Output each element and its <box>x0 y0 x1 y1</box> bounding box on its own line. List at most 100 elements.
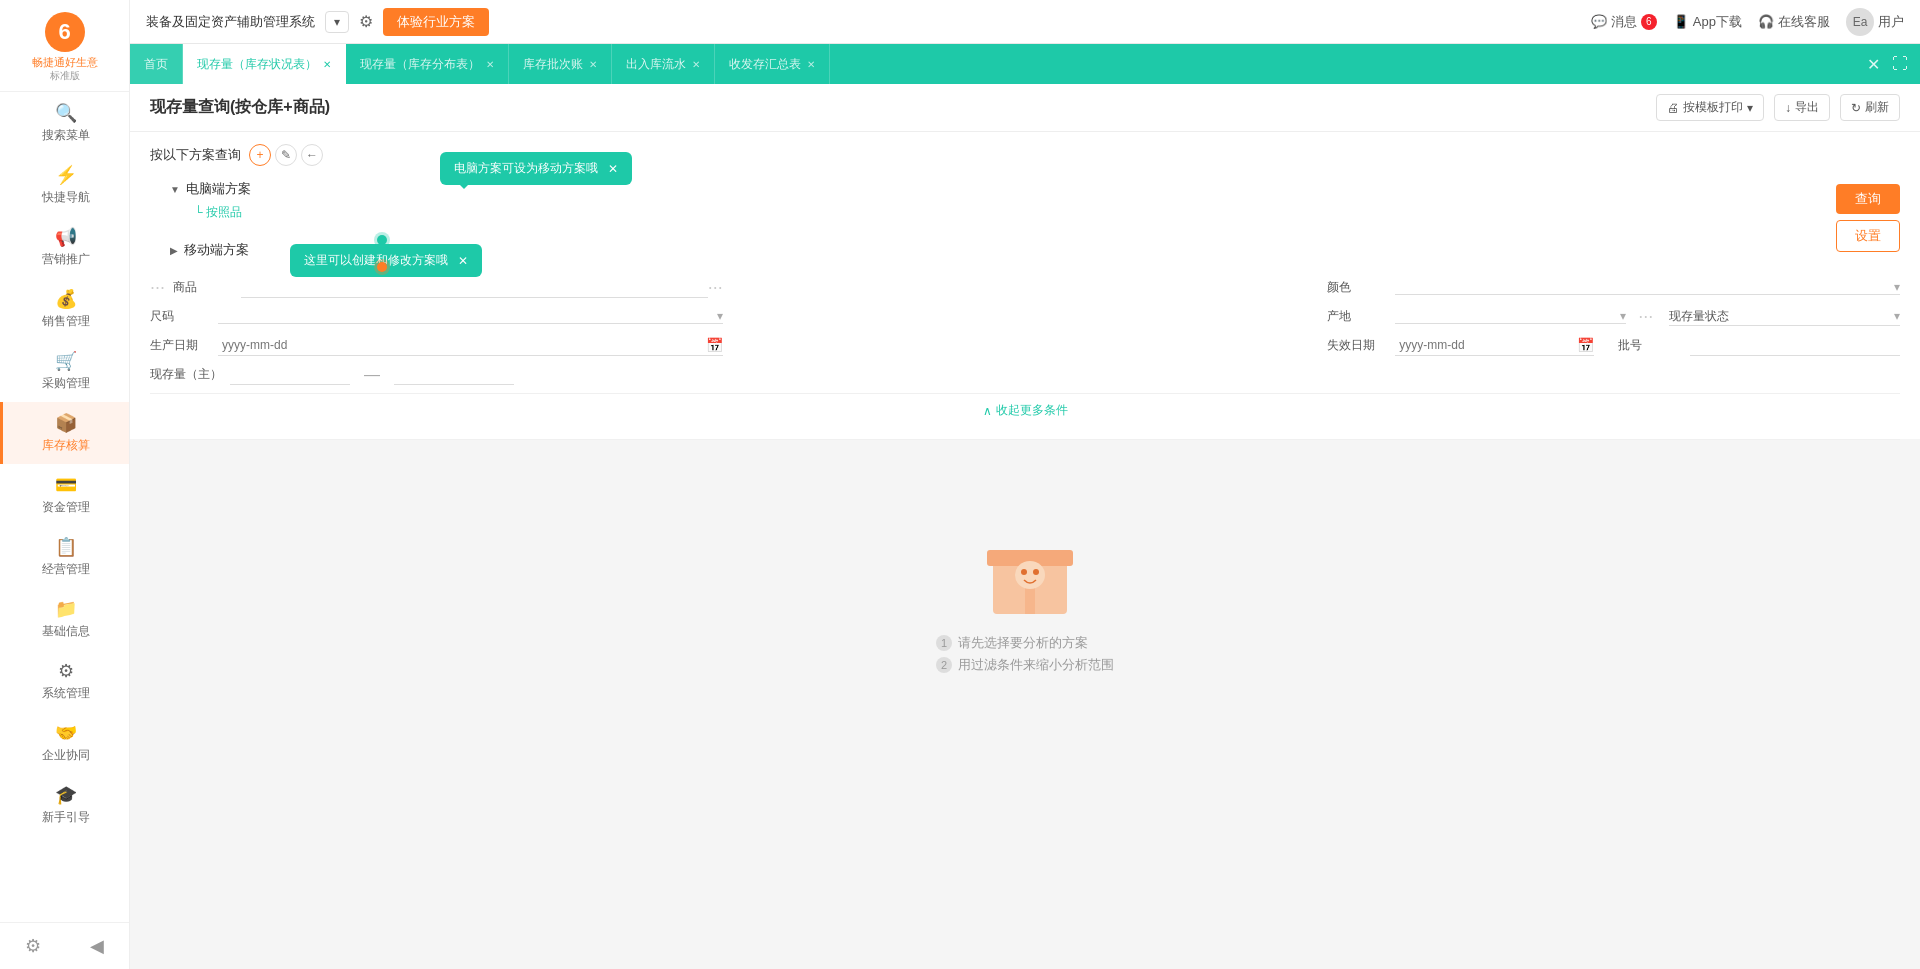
topbar-user-area[interactable]: Ea 用户 <box>1846 8 1904 36</box>
sidebar-nav: 🔍 搜索菜单 ⚡ 快捷导航 📢 营销推广 💰 销售管理 🛒 采购管理 📦 库存核… <box>0 92 129 922</box>
scheme-pc-section: ▼ 电脑端方案 └ 按照品 <box>170 176 251 223</box>
filter-mfg-date-row: 生产日期 📅 <box>150 335 723 356</box>
print-button[interactable]: 🖨 按模板打印 ▾ <box>1656 94 1764 121</box>
filter-origin-row: 产地 ▾ ··· 现存量状态 ▾ <box>1327 306 1900 327</box>
export-icon: ↓ <box>1785 101 1791 115</box>
topbar-system-title: 装备及固定资产辅助管理系统 <box>146 13 315 31</box>
empty-state: 1 请先选择要分析的方案 2 用过滤条件来缩小分析范围 <box>130 440 1920 758</box>
filter-color-select-wrap: ▾ <box>1395 280 1900 295</box>
filter-color-dropdown-icon[interactable]: ▾ <box>1894 280 1900 294</box>
sidebar-item-label: 搜索菜单 <box>42 127 90 144</box>
sidebar-item-label: 营销推广 <box>42 251 90 268</box>
message-badge: 6 <box>1641 14 1657 30</box>
tabbar: 首页 现存量（库存状况表） ✕ 现存量（库存分布表） ✕ 库存批次账 ✕ 出入库… <box>130 44 1920 84</box>
print-dropdown-icon: ▾ <box>1747 101 1753 115</box>
filter-edit-btn[interactable]: ✎ <box>275 144 297 166</box>
filter-exp-date-input[interactable] <box>1395 335 1576 355</box>
filter-batch-input[interactable] <box>1690 335 1900 356</box>
topbar-online-support-btn[interactable]: 🎧 在线客服 <box>1758 13 1830 31</box>
empty-icon-illustration <box>975 520 1075 610</box>
refresh-button[interactable]: ↻ 刷新 <box>1840 94 1900 121</box>
chevron-up-icon: ∧ <box>983 404 992 418</box>
sidebar-item-finance[interactable]: 💳 资金管理 <box>0 464 129 526</box>
reset-button[interactable]: 设置 <box>1836 220 1900 252</box>
filter-origin-dropdown-icon[interactable]: ▾ <box>1620 309 1626 323</box>
tab-inventory-status[interactable]: 现存量（库存状况表） ✕ <box>183 44 346 84</box>
tab-batch-ledger[interactable]: 库存批次账 ✕ <box>509 44 612 84</box>
sidebar-item-basic[interactable]: 📁 基础信息 <box>0 588 129 650</box>
sidebar-settings-btn[interactable]: ⚙ <box>21 931 45 961</box>
topbar-app-download-btn[interactable]: 📱 App下载 <box>1673 13 1742 31</box>
tab-inventory-dist-close[interactable]: ✕ <box>486 59 494 70</box>
topbar-gear-icon[interactable]: ⚙ <box>359 12 373 31</box>
tooltip1-close[interactable]: ✕ <box>608 162 618 176</box>
sidebar-item-inventory[interactable]: 📦 库存核算 <box>0 402 129 464</box>
filter-top-row: 按以下方案查询 + ✎ ← 电脑方案可设为移动方案哦 ✕ <box>150 144 1900 166</box>
scheme-tooltip-pc: 电脑方案可设为移动方案哦 ✕ <box>440 152 632 185</box>
sidebar-item-sales[interactable]: 💰 销售管理 <box>0 278 129 340</box>
sidebar: 6 畅捷通好生意 标准版 🔍 搜索菜单 ⚡ 快捷导航 📢 营销推广 💰 销售管理… <box>0 0 130 969</box>
app-logo-icon: 6 <box>45 12 85 52</box>
sidebar-item-label: 系统管理 <box>42 685 90 702</box>
page-content: 现存量查询(按仓库+商品) 🖨 按模板打印 ▾ ↓ 导出 ↻ 刷新 <box>130 84 1920 969</box>
collapse-bar[interactable]: ∧ 收起更多条件 <box>150 393 1900 427</box>
online-support-label: 在线客服 <box>1778 13 1830 31</box>
sidebar-item-search[interactable]: 🔍 搜索菜单 <box>0 92 129 154</box>
mfg-date-calendar-icon[interactable]: 📅 <box>706 337 723 353</box>
filter-mfg-date-input[interactable] <box>218 335 706 355</box>
tab-in-out-flow-close[interactable]: ✕ <box>692 59 700 70</box>
sidebar-item-purchase[interactable]: 🛒 采购管理 <box>0 340 129 402</box>
filter-arrow-btn[interactable]: ← <box>301 144 323 166</box>
sidebar-item-operations[interactable]: 📋 经营管理 <box>0 526 129 588</box>
sidebar-item-collab[interactable]: 🤝 企业协同 <box>0 712 129 774</box>
filter-add-btn[interactable]: + <box>249 144 271 166</box>
operations-icon: 📋 <box>55 536 77 558</box>
sidebar-item-marketing[interactable]: 📢 营销推广 <box>0 216 129 278</box>
search-button[interactable]: 查询 <box>1836 184 1900 214</box>
filter-stock-status-wrap: 现存量状态 ▾ <box>1669 308 1900 326</box>
export-button[interactable]: ↓ 导出 <box>1774 94 1830 121</box>
tab-inventory-status-close[interactable]: ✕ <box>323 59 331 70</box>
tabbar-expand-btn[interactable]: ⛶ <box>1888 51 1912 77</box>
exp-date-calendar-icon[interactable]: 📅 <box>1577 337 1594 353</box>
tab-in-out-flow[interactable]: 出入库流水 ✕ <box>612 44 715 84</box>
filter-size-dropdown-icon[interactable]: ▾ <box>717 309 723 323</box>
tooltip2-close[interactable]: ✕ <box>458 254 468 268</box>
filter-origin-select-wrap: ▾ <box>1395 309 1626 324</box>
support-icon: 🎧 <box>1758 14 1774 29</box>
topbar-system-select-label: ▾ <box>334 15 340 29</box>
main-content: 装备及固定资产辅助管理系统 ▾ ⚙ 体验行业方案 💬 消息 6 📱 App下载 … <box>130 0 1920 969</box>
topbar-message-btn[interactable]: 💬 消息 6 <box>1591 13 1657 31</box>
trial-industry-button[interactable]: 体验行业方案 <box>383 8 489 36</box>
filter-color-row: 颜色 ▾ <box>1327 277 1900 298</box>
filter-size-select-wrap: ▾ <box>218 309 723 324</box>
filter-product-dots2[interactable]: ··· <box>708 277 723 298</box>
filter-icons: + ✎ ← <box>249 144 323 166</box>
tab-inventory-dist[interactable]: 现存量（库存分布表） ✕ <box>346 44 509 84</box>
sidebar-item-system[interactable]: ⚙ 系统管理 <box>0 650 129 712</box>
tab-home[interactable]: 首页 <box>130 44 183 84</box>
tabbar-close-all-btn[interactable]: ✕ <box>1863 51 1884 78</box>
purchase-icon: 🛒 <box>55 350 77 372</box>
scheme-pc-child[interactable]: └ 按照品 <box>194 202 251 223</box>
sidebar-item-label: 经营管理 <box>42 561 90 578</box>
sidebar-collapse-btn[interactable]: ◀ <box>86 931 108 961</box>
filter-stock-qty-from-input[interactable] <box>230 364 350 385</box>
filter-batch-label: 批号 <box>1618 337 1678 354</box>
tab-recv-summary[interactable]: 收发存汇总表 ✕ <box>715 44 830 84</box>
sidebar-item-guide[interactable]: 🎓 新手引导 <box>0 774 129 836</box>
filter-stock-qty-separator: — <box>364 366 380 384</box>
filter-product-input[interactable] <box>241 277 708 298</box>
app-logo-badge: 标准版 <box>50 69 80 83</box>
refresh-icon: ↻ <box>1851 101 1861 115</box>
filter-stock-status-dropdown-icon[interactable]: ▾ <box>1894 309 1900 323</box>
sidebar-item-quicknav[interactable]: ⚡ 快捷导航 <box>0 154 129 216</box>
filter-size-row: 尺码 ▾ <box>150 306 723 327</box>
scheme-mobile-parent[interactable]: ▶ 移动端方案 <box>170 237 249 263</box>
tab-batch-ledger-close[interactable]: ✕ <box>589 59 597 70</box>
filter-stock-qty-to-input[interactable] <box>394 364 514 385</box>
tab-recv-summary-close[interactable]: ✕ <box>807 59 815 70</box>
filter-product-dots: ··· <box>150 277 165 298</box>
topbar-system-select[interactable]: ▾ <box>325 11 349 33</box>
scheme-pc-parent[interactable]: ▼ 电脑端方案 <box>170 176 251 202</box>
